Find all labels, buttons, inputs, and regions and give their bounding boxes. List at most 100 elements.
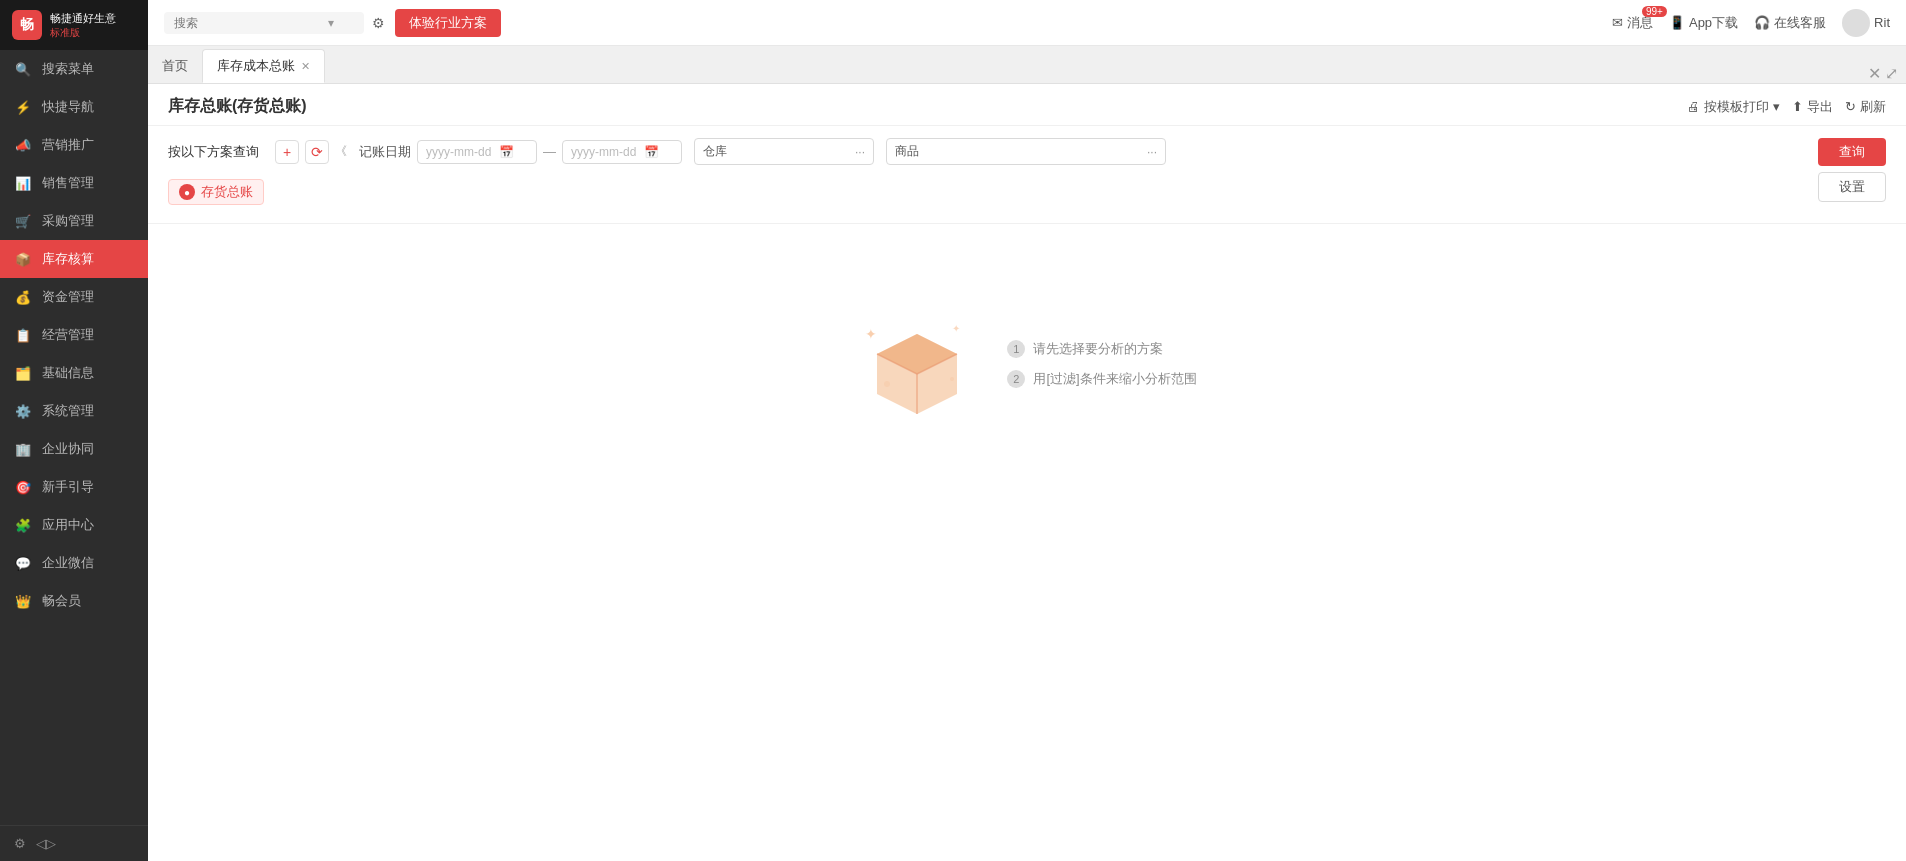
- empty-state-content: ✦ ✦ 1 请先选择要分析的方案 2 用[过滤]条件来缩小分析范围: [857, 304, 1196, 424]
- sidebar-label-inventory: 库存核算: [42, 250, 94, 268]
- audio-icon[interactable]: ◁▷: [36, 836, 56, 851]
- sidebar-item-sales[interactable]: 📊 销售管理: [0, 164, 148, 202]
- goods-select[interactable]: 商品 ···: [886, 138, 1166, 165]
- filter-row: 按以下方案查询 + ⟳ 《 记账日期 yyyy-mm-dd 📅 — yyyy-m…: [168, 138, 1886, 165]
- sidebar-item-system[interactable]: ⚙️ 系统管理: [0, 392, 148, 430]
- sidebar-item-search[interactable]: 🔍 搜索菜单: [0, 50, 148, 88]
- home-tab-label: 首页: [162, 57, 188, 75]
- sidebar-item-member[interactable]: 👑 畅会员: [0, 582, 148, 620]
- svg-text:✦: ✦: [865, 326, 877, 342]
- resize-panel-btn[interactable]: ⤢: [1885, 64, 1898, 83]
- sidebar-label-search: 搜索菜单: [42, 60, 94, 78]
- date-label: 记账日期: [359, 143, 411, 161]
- sidebar-item-marketing[interactable]: 📣 营销推广: [0, 126, 148, 164]
- tip-text-1: 请先选择要分析的方案: [1033, 340, 1163, 358]
- topbar-left: ▾ ⚙ 体验行业方案: [164, 9, 1612, 37]
- svg-text:✦: ✦: [952, 323, 960, 334]
- topbar: ▾ ⚙ 体验行业方案 ✉ 消息 99+ 📱 App下载 🎧 在线客服 Rit: [148, 0, 1906, 46]
- sidebar: 畅 畅捷通好生意 标准版 🔍 搜索菜单 ⚡ 快捷导航 📣 营销推广 📊 销售管理…: [0, 0, 148, 861]
- sidebar-item-wechat[interactable]: 💬 企业微信: [0, 544, 148, 582]
- username: Rit: [1874, 15, 1890, 30]
- sidebar-item-shortcut[interactable]: ⚡ 快捷导航: [0, 88, 148, 126]
- goods-label: 商品: [895, 143, 919, 160]
- warehouse-more-icon[interactable]: ···: [855, 145, 865, 159]
- sidebar-label-purchase: 采购管理: [42, 212, 94, 230]
- page-header-actions: 🖨 按模板打印 ▾ ⬆ 导出 ↻ 刷新: [1687, 98, 1886, 116]
- filter-label: 按以下方案查询: [168, 143, 259, 161]
- sidebar-icon-member: 👑: [14, 592, 32, 610]
- filter-add-btn[interactable]: +: [275, 140, 299, 164]
- sidebar-item-operation[interactable]: 📋 经营管理: [0, 316, 148, 354]
- sidebar-item-purchase[interactable]: 🛒 采购管理: [0, 202, 148, 240]
- sidebar-icon-finance: 💰: [14, 288, 32, 306]
- sidebar-icon-sales: 📊: [14, 174, 32, 192]
- close-panel-btn[interactable]: ✕: [1868, 64, 1881, 83]
- topbar-gear-icon[interactable]: ⚙: [372, 15, 385, 31]
- print-template-btn[interactable]: 🖨 按模板打印 ▾: [1687, 98, 1780, 116]
- sidebar-footer: ⚙ ◁▷: [0, 825, 148, 861]
- goods-more-icon[interactable]: ···: [1147, 145, 1157, 159]
- filter-collapse-btn[interactable]: 《: [335, 143, 347, 160]
- user-avatar-btn[interactable]: Rit: [1842, 9, 1890, 37]
- sidebar-icon-purchase: 🛒: [14, 212, 32, 230]
- sidebar-label-marketing: 营销推广: [42, 136, 94, 154]
- tab-close-icon[interactable]: ✕: [301, 60, 310, 73]
- sidebar-icon-marketing: 📣: [14, 136, 32, 154]
- industry-btn[interactable]: 体验行业方案: [395, 9, 501, 37]
- tab-inventory-cost[interactable]: 库存成本总账 ✕: [202, 49, 325, 83]
- refresh-btn[interactable]: ↻ 刷新: [1845, 98, 1886, 116]
- sidebar-icon-system: ⚙️: [14, 402, 32, 420]
- filter-refresh-btn[interactable]: ⟳: [305, 140, 329, 164]
- tip-num-2: 2: [1007, 370, 1025, 388]
- search-box[interactable]: ▾: [164, 12, 364, 34]
- sidebar-label-wechat: 企业微信: [42, 554, 94, 572]
- inventory-cost-tab-label: 库存成本总账: [217, 57, 295, 75]
- topbar-right: ✉ 消息 99+ 📱 App下载 🎧 在线客服 Rit: [1612, 9, 1890, 37]
- app-download-btn[interactable]: 📱 App下载: [1669, 14, 1738, 32]
- logo-text: 畅捷通好生意 标准版: [50, 11, 116, 38]
- sidebar-item-basic[interactable]: 🗂️ 基础信息: [0, 354, 148, 392]
- date-end-input[interactable]: yyyy-mm-dd 📅: [562, 140, 682, 164]
- date-end-calendar-icon[interactable]: 📅: [644, 145, 659, 159]
- date-start-calendar-icon[interactable]: 📅: [499, 145, 514, 159]
- sidebar-label-basic: 基础信息: [42, 364, 94, 382]
- online-service-btn[interactable]: 🎧 在线客服: [1754, 14, 1826, 32]
- sidebar-icon-inventory: 📦: [14, 250, 32, 268]
- filter-actions: + ⟳ 《: [275, 140, 347, 164]
- message-btn[interactable]: ✉ 消息 99+: [1612, 14, 1653, 32]
- sidebar-menu: 🔍 搜索菜单 ⚡ 快捷导航 📣 营销推广 📊 销售管理 🛒 采购管理 📦 库存核…: [0, 50, 148, 825]
- scheme-tag[interactable]: ● 存货总账: [168, 179, 264, 205]
- print-icon: 🖨: [1687, 99, 1700, 114]
- tab-home[interactable]: 首页: [148, 49, 202, 83]
- sidebar-item-apps[interactable]: 🧩 应用中心: [0, 506, 148, 544]
- logo-icon: 畅: [12, 10, 42, 40]
- search-input[interactable]: [174, 16, 324, 30]
- empty-illustration: ✦ ✦: [857, 304, 977, 424]
- sidebar-item-enterprise[interactable]: 🏢 企业协同: [0, 430, 148, 468]
- warehouse-label: 仓库: [703, 143, 727, 160]
- sidebar-item-finance[interactable]: 💰 资金管理: [0, 278, 148, 316]
- sidebar-label-enterprise: 企业协同: [42, 440, 94, 458]
- settings-icon[interactable]: ⚙: [14, 836, 26, 851]
- tip-num-1: 1: [1007, 340, 1025, 358]
- sidebar-label-shortcut: 快捷导航: [42, 98, 94, 116]
- filter-area: 按以下方案查询 + ⟳ 《 记账日期 yyyy-mm-dd 📅 — yyyy-m…: [148, 126, 1906, 224]
- date-start-input[interactable]: yyyy-mm-dd 📅: [417, 140, 537, 164]
- export-btn[interactable]: ⬆ 导出: [1792, 98, 1833, 116]
- search-dropdown-icon[interactable]: ▾: [328, 16, 334, 30]
- page-title: 库存总账(存货总账): [168, 96, 307, 117]
- sidebar-item-inventory[interactable]: 📦 库存核算: [0, 240, 148, 278]
- sidebar-icon-search: 🔍: [14, 60, 32, 78]
- settings-btn[interactable]: 设置: [1818, 172, 1886, 202]
- warehouse-select[interactable]: 仓库 ···: [694, 138, 874, 165]
- svg-point-8: [950, 377, 954, 381]
- sidebar-icon-apps: 🧩: [14, 516, 32, 534]
- sidebar-item-newbie[interactable]: 🎯 新手引导: [0, 468, 148, 506]
- scheme-label: 存货总账: [201, 183, 253, 201]
- query-btn[interactable]: 查询: [1818, 138, 1886, 166]
- tip-text-2: 用[过滤]条件来缩小分析范围: [1033, 370, 1196, 388]
- sidebar-logo: 畅 畅捷通好生意 标准版: [0, 0, 148, 50]
- sidebar-label-operation: 经营管理: [42, 326, 94, 344]
- empty-tip-1: 1 请先选择要分析的方案: [1007, 340, 1196, 358]
- print-dropdown-icon[interactable]: ▾: [1773, 99, 1780, 114]
